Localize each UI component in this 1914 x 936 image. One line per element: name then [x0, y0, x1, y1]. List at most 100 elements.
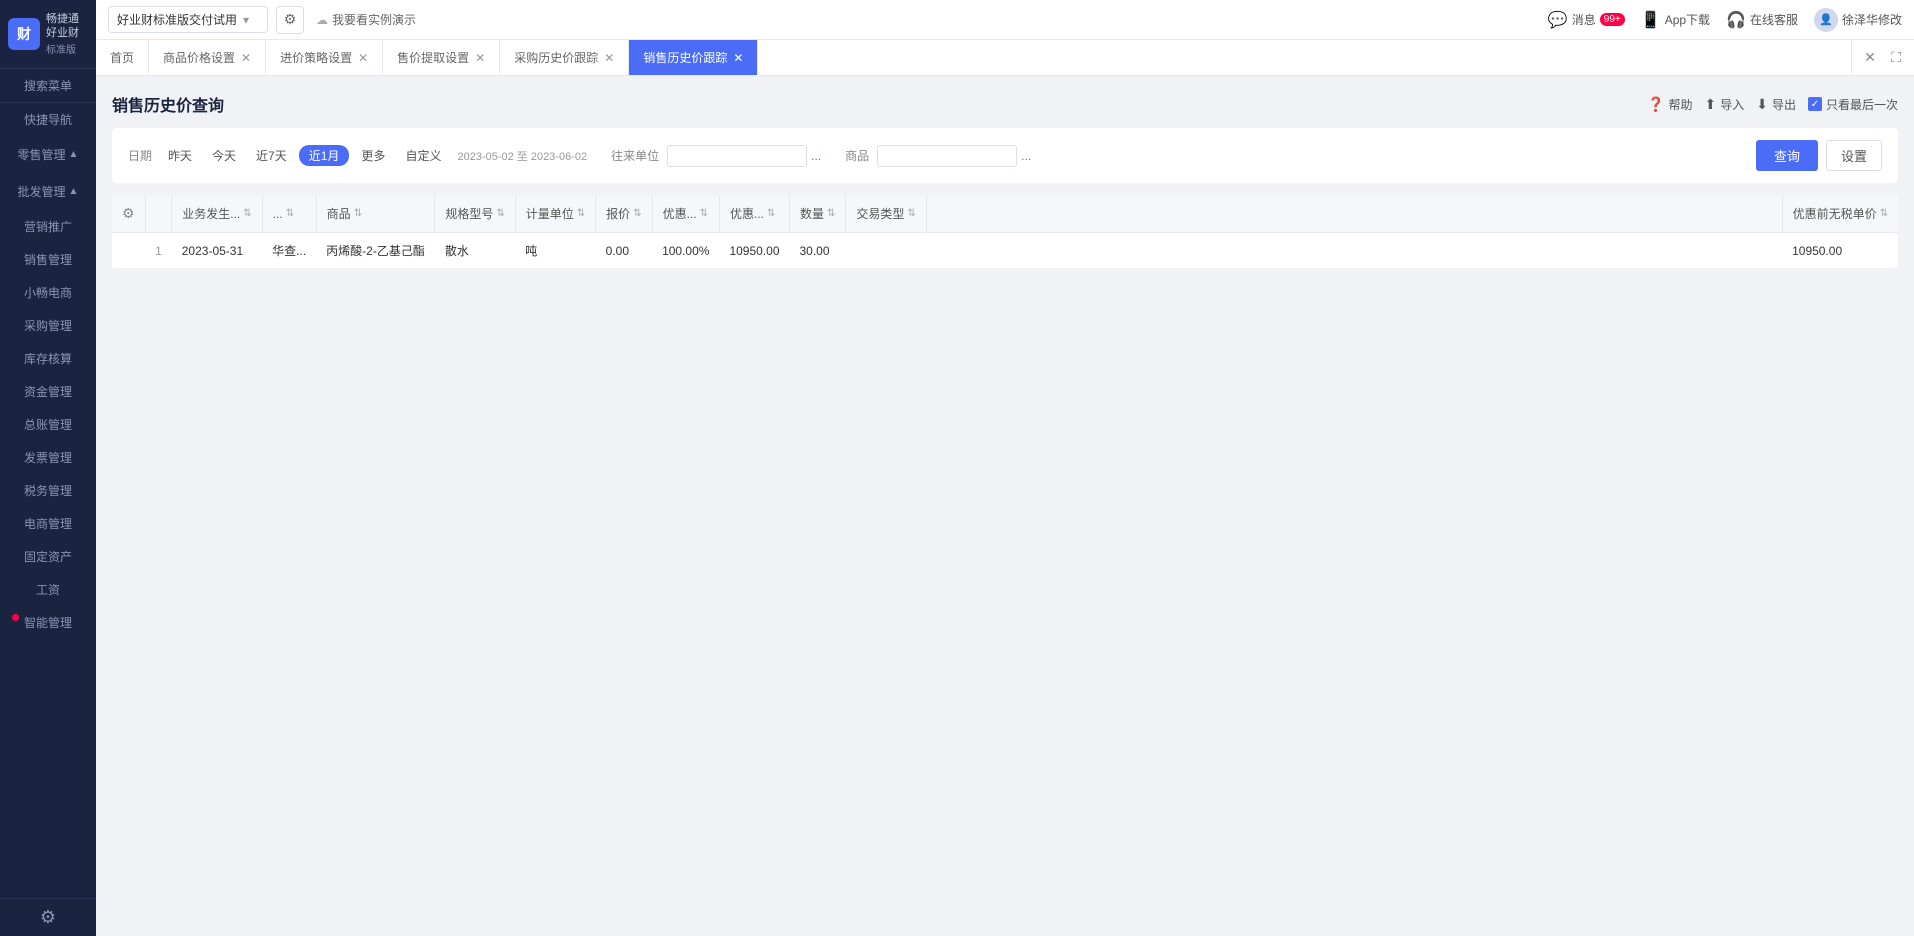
query-btn[interactable]: 查询 [1756, 140, 1818, 171]
row-spacer [926, 233, 1782, 269]
sidebar-settings-btn[interactable]: ⚙ [0, 898, 96, 936]
sidebar-item-inventory[interactable]: 库存核算 [0, 342, 96, 375]
tab-close-price-extract[interactable]: ✕ [475, 51, 485, 65]
from-unit-ellipsis-btn[interactable]: ... [811, 149, 821, 163]
demo-label: 我要看实例演示 [332, 11, 416, 28]
col-discount-rate[interactable]: 优惠... ⇅ [652, 195, 719, 233]
table-gear-icon[interactable]: ⚙ [122, 205, 135, 221]
date-btn-7days[interactable]: 近7天 [248, 145, 295, 166]
row-trans-type [846, 233, 926, 269]
col-discount-price[interactable]: 优惠... ⇅ [719, 195, 789, 233]
data-table: ⚙ 业务发生... ⇅ ... ⇅ [112, 195, 1898, 269]
date-btn-more[interactable]: 更多 [353, 145, 393, 166]
sidebar-item-tax[interactable]: 税务管理 [0, 474, 96, 507]
table-row: 1 2023-05-31 华查... 丙烯酸-2-乙基己酯 散水 吨 0.00 … [112, 233, 1898, 269]
sidebar-item-ecommerce-light[interactable]: 小畅电商 [0, 276, 96, 309]
col-biz-date[interactable]: 业务发生... ⇅ [172, 195, 262, 233]
tab-close-sales-history[interactable]: ✕ [733, 51, 743, 65]
demo-btn[interactable]: ☁ 我要看实例演示 [316, 11, 416, 28]
col-price[interactable]: 报价 ⇅ [596, 195, 652, 233]
col-trans-type[interactable]: 交易类型 ⇅ [846, 195, 926, 233]
col-quantity[interactable]: 数量 ⇅ [790, 195, 846, 233]
date-btn-custom[interactable]: 自定义 [397, 145, 449, 166]
win-maximize-btn[interactable]: ⛶ [1884, 46, 1908, 70]
user-menu-btn[interactable]: 👤 徐泽华修改 [1814, 8, 1902, 32]
col-spacer [926, 195, 1782, 233]
tab-pricing-strategy[interactable]: 进价策略设置 ✕ [266, 40, 383, 75]
sidebar-item-fixed-assets[interactable]: 固定资产 [0, 540, 96, 573]
sidebar-item-ecommerce[interactable]: 电商管理 [0, 507, 96, 540]
sidebar-item-smart[interactable]: 智能管理 [0, 606, 96, 639]
sidebar-item-marketing[interactable]: 营销推广 [0, 210, 96, 243]
product-input[interactable] [877, 145, 1017, 167]
export-label: 导出 [1772, 96, 1796, 113]
settings-btn[interactable]: 设置 [1826, 140, 1882, 171]
date-btn-1month[interactable]: 近1月 [299, 145, 350, 166]
export-btn[interactable]: ⬇ 导出 [1756, 96, 1796, 113]
sort-icon: ⇅ [827, 208, 835, 219]
app-logo-icon: 财 [8, 18, 40, 50]
tabbar: 首页 商品价格设置 ✕ 进价策略设置 ✕ 售价提取设置 ✕ 采购历史价跟踪 ✕ … [96, 40, 1914, 76]
tab-close-product-price[interactable]: ✕ [241, 51, 251, 65]
tab-purchase-history[interactable]: 采购历史价跟踪 ✕ [500, 40, 629, 75]
sidebar-item-ledger[interactable]: 总账管理 [0, 408, 96, 441]
settings-icon: ⚙ [40, 907, 56, 927]
sidebar: 财 畅捷通好业财 标准版 搜索菜单 快捷导航 零售管理 ▲ 批发管理 ▲ 营销推… [0, 0, 96, 936]
tab-sales-history[interactable]: 销售历史价跟踪 ✕ [629, 40, 758, 75]
sidebar-item-retail[interactable]: 零售管理 ▲ [0, 136, 96, 173]
product-ellipsis-btn[interactable]: ... [1021, 149, 1031, 163]
module-selector[interactable]: 好业财标准版交付试用 ▾ [108, 6, 268, 33]
sidebar-item-sales[interactable]: 销售管理 [0, 243, 96, 276]
tab-price-extract[interactable]: 售价提取设置 ✕ [383, 40, 500, 75]
import-label: 导入 [1720, 96, 1744, 113]
product-input-wrap: ... [877, 145, 1031, 167]
sidebar-item-payroll[interactable]: 工资 [0, 573, 96, 606]
col-unit[interactable]: 计量单位 ⇅ [515, 195, 595, 233]
messages-btn[interactable]: 💬 消息 99+ [1548, 10, 1625, 30]
sidebar-item-invoice[interactable]: 发票管理 [0, 441, 96, 474]
from-unit-input[interactable] [667, 145, 807, 167]
import-btn[interactable]: ⬆ 导入 [1704, 96, 1744, 113]
online-service-label: 在线客服 [1750, 11, 1798, 28]
online-service-btn[interactable]: 🎧 在线客服 [1726, 10, 1798, 30]
messages-badge: 99+ [1600, 13, 1625, 26]
only-last-checkbox-wrap[interactable]: ✓ 只看最后一次 [1808, 96, 1898, 113]
row-unit: 吨 [515, 233, 595, 269]
page-actions: ❓ 帮助 ⬆ 导入 ⬇ 导出 ✓ 只看最后一次 [1647, 96, 1898, 113]
col-extra[interactable]: ... ⇅ [262, 195, 316, 233]
sort-icon: ⇅ [496, 208, 504, 219]
row-price: 0.00 [596, 233, 652, 269]
tab-product-price-label: 商品价格设置 [163, 49, 235, 66]
tab-product-price[interactable]: 商品价格设置 ✕ [149, 40, 266, 75]
date-btn-yesterday[interactable]: 昨天 [160, 145, 200, 166]
sidebar-quick-nav[interactable]: 快捷导航 [0, 103, 96, 136]
sidebar-item-purchase[interactable]: 采购管理 [0, 309, 96, 342]
product-filter-label: 商品 [845, 147, 869, 164]
export-icon: ⬇ [1756, 96, 1768, 113]
sort-icon: ⇅ [577, 208, 585, 219]
sidebar-search[interactable]: 搜索菜单 [0, 69, 96, 103]
tab-home[interactable]: 首页 [96, 40, 149, 75]
app-download-btn[interactable]: 📱 App下载 [1641, 10, 1710, 30]
win-close-btn[interactable]: ✕ [1858, 46, 1882, 70]
col-product[interactable]: 商品 ⇅ [316, 195, 435, 233]
module-label: 好业财标准版交付试用 [117, 11, 237, 28]
tab-close-pricing-strategy[interactable]: ✕ [358, 51, 368, 65]
sidebar-item-finance[interactable]: 资金管理 [0, 375, 96, 408]
date-btn-today[interactable]: 今天 [204, 145, 244, 166]
only-last-checkbox[interactable]: ✓ [1808, 97, 1822, 111]
col-pre-tax-price[interactable]: 优惠前无税单价 ⇅ [1782, 195, 1898, 233]
mobile-icon: 📱 [1641, 10, 1661, 30]
row-number-cell: 1 [145, 233, 172, 269]
help-btn[interactable]: ❓ 帮助 [1647, 96, 1692, 113]
sidebar-item-wholesale[interactable]: 批发管理 ▲ [0, 173, 96, 210]
col-spec[interactable]: 规格型号 ⇅ [435, 195, 515, 233]
row-quantity: 30.00 [790, 233, 846, 269]
date-filter-label: 日期 [128, 147, 152, 164]
sort-icon: ⇅ [767, 208, 775, 219]
tab-home-label: 首页 [110, 49, 134, 66]
tab-close-purchase-history[interactable]: ✕ [604, 51, 614, 65]
gear-settings-btn[interactable]: ⚙ [276, 6, 304, 34]
filter-actions: 查询 设置 [1756, 140, 1882, 171]
app-version: 标准版 [46, 41, 88, 56]
